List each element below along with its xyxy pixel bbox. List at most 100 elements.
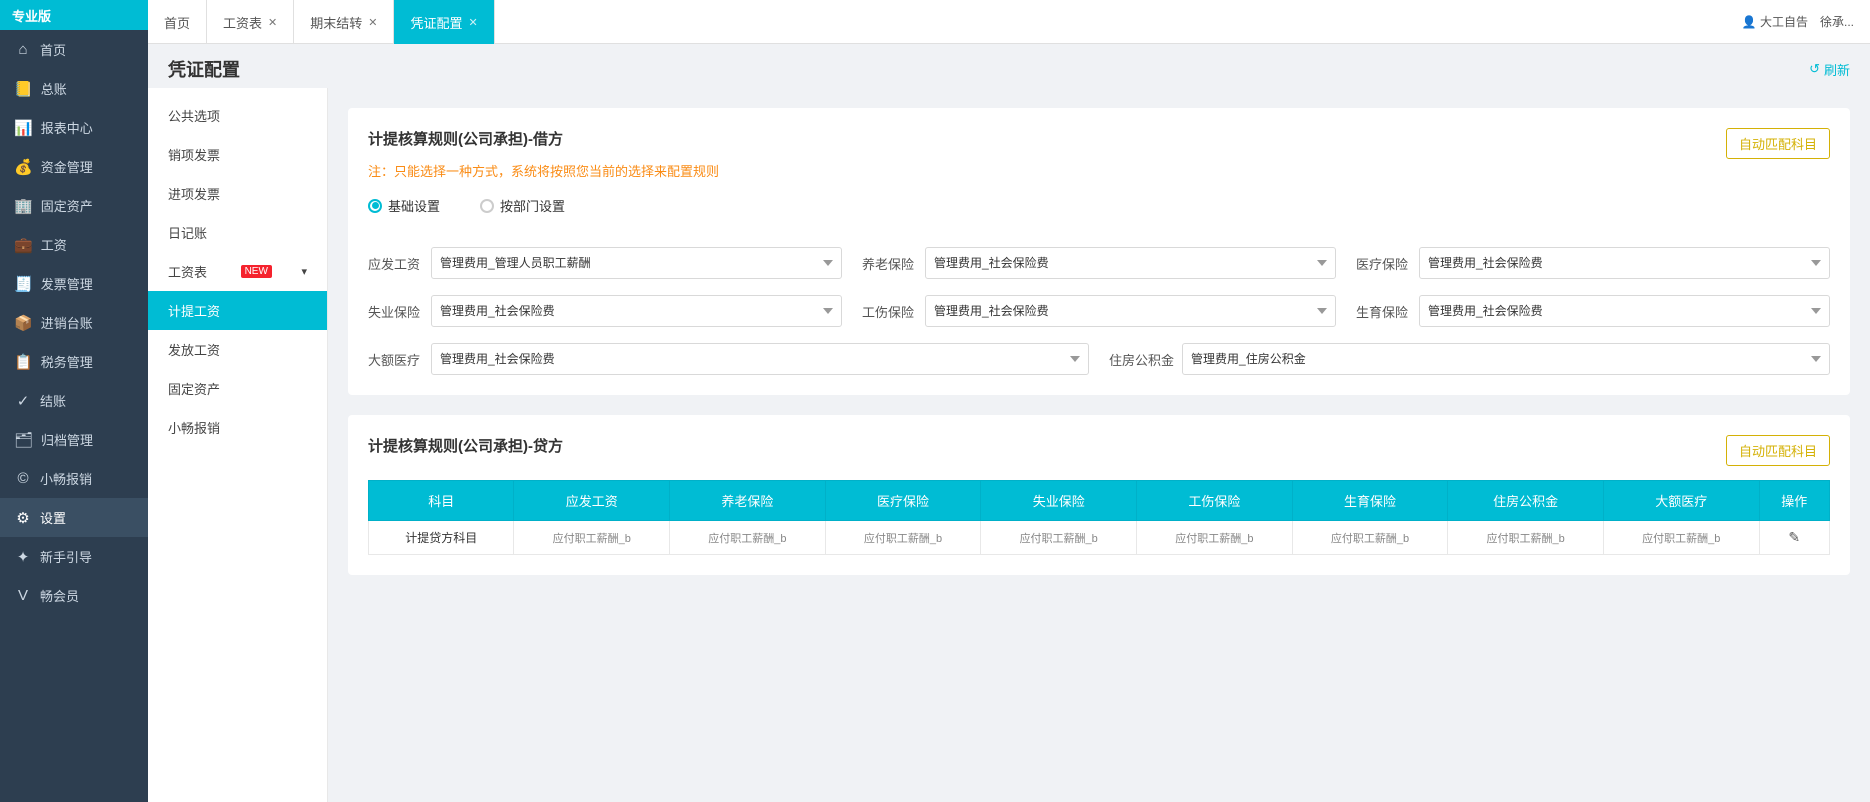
radio-basic[interactable]: 基础设置 [368,196,440,215]
debit-label-失业保险: 失业保险 [368,302,423,321]
credit-table: 科目应发工资养老保险医疗保险失业保险工伤保险生育保险住房公积金大额医疗操作 计提… [368,480,1830,555]
page-title: 凭证配置 [168,56,240,82]
debit-section: 计提核算规则(公司承担)-借方 注：只能选择一种方式，系统将按照您当前的选择来配… [348,108,1850,395]
content-wrapper: 公共选项销项发票进项发票日记账工资表NEW▾计提工资发放工资固定资产小畅报销 计… [148,88,1870,802]
inventory-icon: 📦 [14,314,33,332]
sidebar-item-payroll[interactable]: 💼 工资 [0,225,148,264]
row-value-1: 应付职工薪酬_b [670,521,826,555]
debit-select-失业保险[interactable]: 管理费用_社会保险费 [431,295,842,327]
guide-icon: ✦ [14,548,32,566]
sidebar-item-guide[interactable]: ✦新手引导 [0,537,148,576]
debit-select-生育保险[interactable]: 管理费用_社会保险费 [1419,295,1830,327]
payroll-icon: 💼 [14,236,33,254]
debit-select-应发工资[interactable]: 管理费用_管理人员职工薪酬 [431,247,842,279]
tax-icon: 📋 [14,353,33,371]
tab-voucher-config[interactable]: 凭证配置 ✕ [394,0,494,44]
debit-field-失业保险: 失业保险 管理费用_社会保险费 [368,295,842,327]
sidebar-item-funds[interactable]: 💰资金管理 [0,147,148,186]
tab-label-voucher-config: 凭证配置 [410,13,462,32]
debit-fields-row2: 大额医疗 管理费用_社会保险费 住房公积金 管理费用_住房公积金 [368,343,1830,375]
brand-header: 专业版 [0,0,148,30]
left-nav-item-xc-expense[interactable]: 小畅报销 [148,408,327,447]
sidebar-label-xcreport: 小畅报销 [40,469,92,488]
debit-select-工伤保险[interactable]: 管理费用_社会保险费 [925,295,1336,327]
left-nav-label-purchase-invoice: 进项发票 [168,184,220,203]
left-nav-item-journal[interactable]: 日记账 [148,213,327,252]
debit-field-医疗保险: 医疗保险 管理费用_社会保险费 [1356,247,1830,279]
sidebar-label-payroll: 工资 [41,235,67,254]
debit-notice: 注：只能选择一种方式，系统将按照您当前的选择来配置规则 [368,161,719,180]
sidebar-item-inventory[interactable]: 📦 进销台账 [0,303,148,342]
tab-home[interactable]: 首页 [148,0,207,44]
debit-label-养老保险: 养老保险 [862,254,917,273]
row-value-6: 应付职工薪酬_b [1448,521,1604,555]
sidebar-label-assets: 固定资产 [41,196,93,215]
credit-auto-match-button[interactable]: 自动匹配科目 [1726,435,1830,466]
sidebar-item-settings[interactable]: ⚙设置 [0,498,148,537]
sidebar-item-vip[interactable]: V 畅会员 [0,576,148,615]
radio-department[interactable]: 按部门设置 [480,196,565,215]
sidebar-item-home[interactable]: ⌂首页 [0,30,148,69]
debit-label-大额医疗: 大额医疗 [368,350,423,369]
left-nav-label-xc-expense: 小畅报销 [168,418,220,437]
tab-label-home: 首页 [164,13,190,32]
debit-label-住房公积金: 住房公积金 [1109,350,1174,369]
sidebar-label-closing: 结账 [40,391,66,410]
left-nav-item-public[interactable]: 公共选项 [148,96,327,135]
tab-payroll-table[interactable]: 工资表✕ [207,0,294,44]
row-action[interactable]: ✎ [1759,521,1829,555]
credit-section-header: 计提核算规则(公司承担)-贷方 自动匹配科目 [368,435,1830,468]
debit-fields-row1: 应发工资 管理费用_管理人员职工薪酬 养老保险 管理费用_社会保险费 医疗保险 … [368,247,1830,327]
new-badge-payroll-table: NEW [241,265,272,278]
left-nav-item-fixed-assets[interactable]: 固定资产 [148,369,327,408]
sidebar-item-tax[interactable]: 📋税务管理 [0,342,148,381]
left-nav-item-calc-payroll[interactable]: 计提工资 [148,291,327,330]
page-header: 凭证配置 ↺ 刷新 [148,44,1870,88]
sidebar-item-reports[interactable]: 📊报表中心 [0,108,148,147]
row-value-4: 应付职工薪酬_b [1137,521,1293,555]
home-icon: ⌂ [14,41,32,58]
tabs-bar: 首页工资表✕期末结转✕凭证配置✕ 👤 大工自告 徐承... [148,0,1870,44]
sidebar-item-archive[interactable]: 🗂归档管理 [0,420,148,459]
debit-select-医疗保险[interactable]: 管理费用_社会保险费 [1419,247,1830,279]
sidebar-item-assets[interactable]: 🏢 固定资产 [0,186,148,225]
left-nav-item-purchase-invoice[interactable]: 进项发票 [148,174,327,213]
left-nav-label-issue-payroll: 发放工资 [168,340,220,359]
left-nav-item-payroll-table[interactable]: 工资表NEW▾ [148,252,327,291]
tab-period-end[interactable]: 期末结转✕ [294,0,394,44]
sidebar-item-ledger[interactable]: 📒总账 [0,69,148,108]
row-value-2: 应付职工薪酬_b [825,521,981,555]
sidebar-item-closing[interactable]: ✓结账 [0,381,148,420]
sidebar-item-invoice[interactable]: 🧾发票管理 [0,264,148,303]
left-nav-item-sales-invoice[interactable]: 销项发票 [148,135,327,174]
debit-label-生育保险: 生育保险 [1356,302,1411,321]
refresh-button[interactable]: ↺ 刷新 [1809,60,1850,79]
sidebar-item-xcreport[interactable]: ©小畅报销 [0,459,148,498]
left-nav: 公共选项销项发票进项发票日记账工资表NEW▾计提工资发放工资固定资产小畅报销 [148,88,328,802]
radio-group: 基础设置 按部门设置 [368,196,719,215]
debit-field-生育保险: 生育保险 管理费用_社会保险费 [1356,295,1830,327]
debit-auto-match-button[interactable]: 自动匹配科目 [1726,128,1830,159]
tab-close-payroll-table[interactable]: ✕ [268,16,277,29]
debit-title: 计提核算规则(公司承担)-借方 [368,128,719,149]
debit-field-应发工资: 应发工资 管理费用_管理人员职工薪酬 [368,247,842,279]
assets-icon: 🏢 [14,197,33,215]
reports-icon: 📊 [14,119,33,137]
edit-icon[interactable]: ✎ [1788,529,1800,545]
tab-close-voucher-config[interactable]: ✕ [469,16,478,29]
chevron-icon-payroll-table: ▾ [301,265,307,278]
credit-title: 计提核算规则(公司承担)-贷方 [368,435,563,456]
settings-icon: ⚙ [14,509,32,527]
sidebar-label-inventory: 进销台账 [41,313,93,332]
debit-select-大额医疗[interactable]: 管理费用_社会保险费 [431,343,1089,375]
debit-select-养老保险[interactable]: 管理费用_社会保险费 [925,247,1336,279]
debit-select-住房公积金[interactable]: 管理费用_住房公积金 [1182,343,1830,375]
th-住房公积金: 住房公积金 [1448,481,1604,521]
tab-close-period-end[interactable]: ✕ [368,16,377,29]
left-nav-item-issue-payroll[interactable]: 发放工资 [148,330,327,369]
debit-section-header: 计提核算规则(公司承担)-借方 注：只能选择一种方式，系统将按照您当前的选择来配… [368,128,1830,235]
sidebar-label-vip: 畅会员 [40,586,79,605]
debit-section-left: 计提核算规则(公司承担)-借方 注：只能选择一种方式，系统将按照您当前的选择来配… [368,128,719,235]
sidebar-label-ledger: 总账 [41,79,67,98]
vip-icon: V [14,587,32,604]
